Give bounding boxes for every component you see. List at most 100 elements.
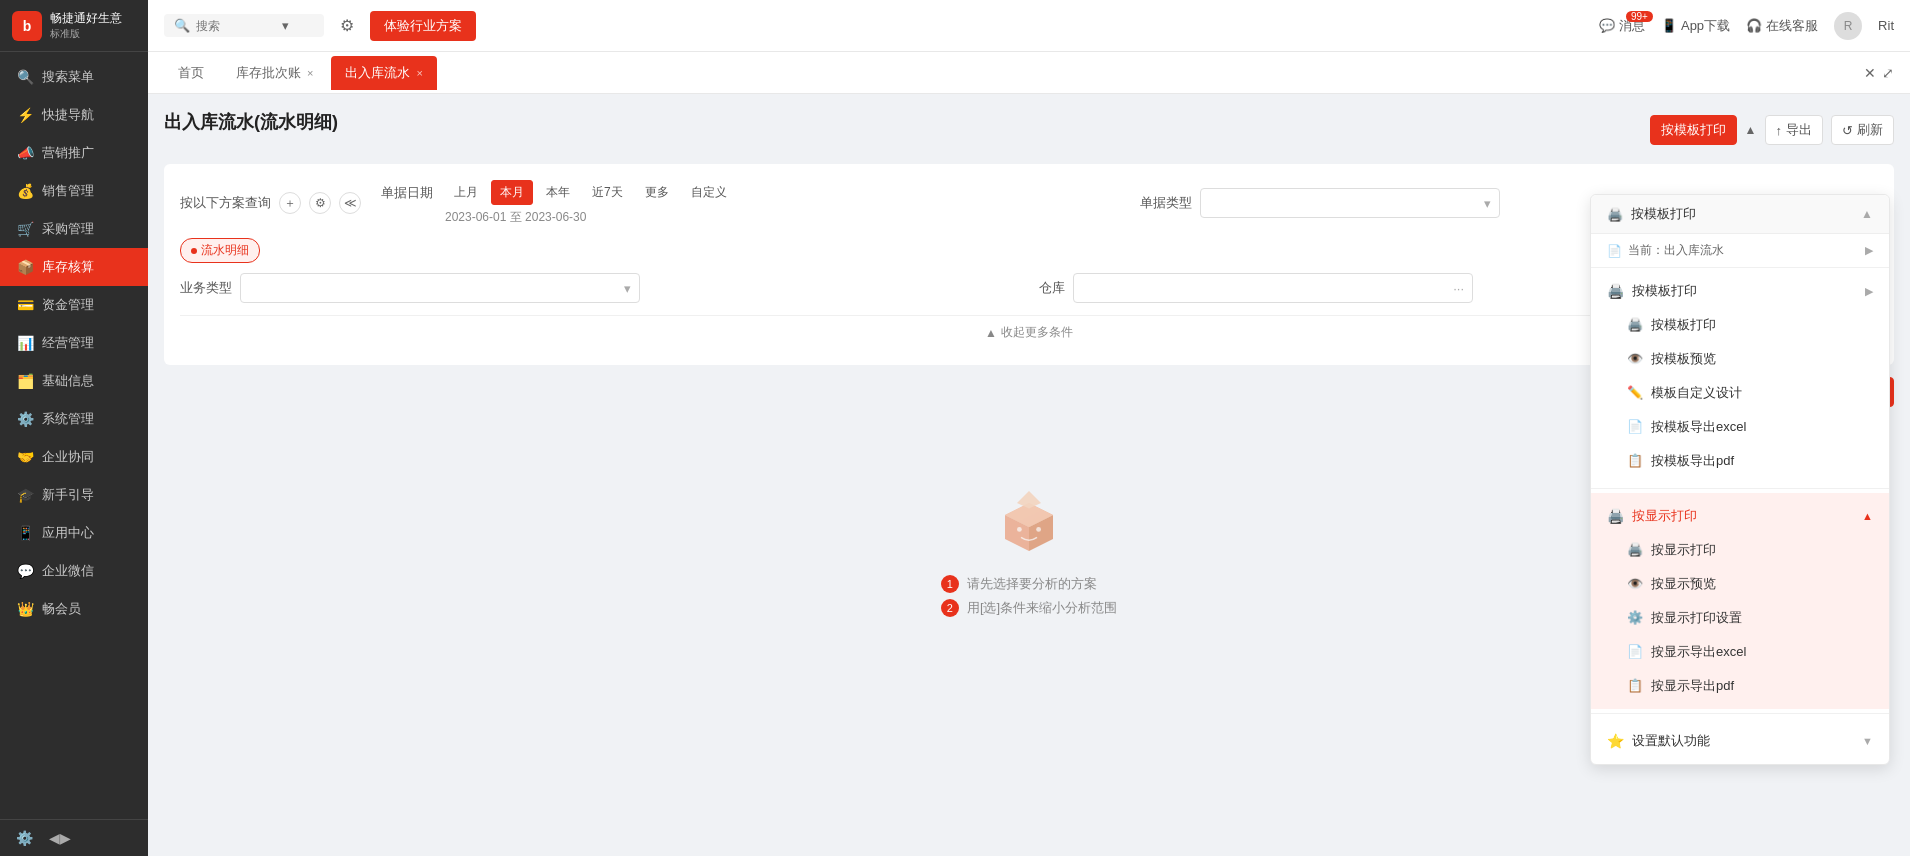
filter-collapse-icon[interactable]: ≪: [339, 192, 361, 214]
sidebar-icon-finance: 💳: [16, 296, 34, 314]
sidebar-item-guide[interactable]: 🎓 新手引导: [0, 476, 148, 514]
template-print-item[interactable]: 🖨️ 按模板打印: [1591, 308, 1889, 342]
display-excel-item[interactable]: 📄 按显示导出excel: [1591, 635, 1889, 669]
sidebar-item-marketing[interactable]: 📣 营销推广: [0, 134, 148, 172]
date-tab-more[interactable]: 更多: [636, 180, 678, 205]
top-header: 🔍 ▾ ⚙ 体验行业方案 💬 消息 99+ 📱 App下载 🎧: [148, 0, 1910, 52]
doctype-select[interactable]: ▾: [1200, 188, 1500, 218]
sidebar-item-inventory[interactable]: 📦 库存核算: [0, 248, 148, 286]
biz-type-select[interactable]: ▾: [240, 273, 640, 303]
sidebar-item-member[interactable]: 👑 畅会员: [0, 590, 148, 628]
doctype-arrow-icon: ▾: [1484, 196, 1491, 211]
sidebar-item-finance[interactable]: 💳 资金管理: [0, 286, 148, 324]
date-tab-this-month[interactable]: 本月: [491, 180, 533, 205]
user-avatar[interactable]: R: [1834, 12, 1862, 40]
template-custom-item[interactable]: ✏️ 模板自定义设计: [1591, 376, 1889, 410]
tab-flow[interactable]: 出入库流水 ×: [331, 56, 436, 90]
date-tabs: 上月 本月 本年 近7天 更多 自定义: [445, 180, 736, 205]
sidebar-item-wechat[interactable]: 💬 企业微信: [0, 552, 148, 590]
display-pdf-item[interactable]: 📋 按显示导出pdf: [1591, 669, 1889, 703]
filter-settings-btn[interactable]: ⚙: [309, 192, 331, 214]
svg-marker-4: [1017, 491, 1041, 509]
tab-flow-close[interactable]: ×: [416, 67, 422, 79]
sidebar-item-appstore[interactable]: 📱 应用中心: [0, 514, 148, 552]
sidebar-item-quicknav[interactable]: ⚡ 快捷导航: [0, 96, 148, 134]
online-service-btn[interactable]: 🎧 在线客服: [1746, 17, 1818, 35]
refresh-label: 刷新: [1857, 121, 1883, 139]
display-settings-item[interactable]: ⚙️ 按显示打印设置: [1591, 601, 1889, 635]
collapse-sidebar-icon[interactable]: ◀▶: [49, 830, 71, 846]
template-print-section-header[interactable]: 🖨️ 按模板打印 ▶: [1591, 274, 1889, 308]
template-excel-item[interactable]: 📄 按模板导出excel: [1591, 410, 1889, 444]
display-print-section-icon: 🖨️: [1607, 508, 1624, 524]
display-preview-item[interactable]: 👁️ 按显示预览: [1591, 567, 1889, 601]
sidebar-item-operations[interactable]: 📊 经营管理: [0, 324, 148, 362]
sidebar-label-guide: 新手引导: [42, 486, 94, 504]
sidebar-item-basic[interactable]: 🗂️ 基础信息: [0, 362, 148, 400]
sidebar-item-system[interactable]: ⚙️ 系统管理: [0, 400, 148, 438]
template-print-btn[interactable]: 按模板打印: [1650, 115, 1737, 145]
message-btn[interactable]: 💬 消息 99+: [1599, 17, 1645, 35]
sidebar-label-system: 系统管理: [42, 410, 94, 428]
date-tab-custom[interactable]: 自定义: [682, 180, 736, 205]
message-icon: 💬: [1599, 18, 1615, 33]
warehouse-select[interactable]: ···: [1073, 273, 1473, 303]
warehouse-label: 仓库: [1039, 279, 1065, 297]
sidebar-icon-basic: 🗂️: [16, 372, 34, 390]
set-default-chevron: ▼: [1862, 735, 1873, 747]
filter-add-btn[interactable]: ＋: [279, 192, 301, 214]
export-btn[interactable]: ↑ 导出: [1765, 115, 1824, 145]
display-section-chevron: ▲: [1862, 510, 1873, 522]
app-download-label: App下载: [1681, 17, 1730, 35]
biz-type-arrow-icon: ▾: [624, 281, 631, 296]
display-print-item[interactable]: 🖨️ 按显示打印: [1591, 533, 1889, 567]
close-window-icon[interactable]: ✕: [1864, 65, 1876, 81]
app-download-btn[interactable]: 📱 App下载: [1661, 17, 1730, 35]
sidebar-label-operations: 经营管理: [42, 334, 94, 352]
sidebar-item-sales[interactable]: 💰 销售管理: [0, 172, 148, 210]
template-print-item-icon: 🖨️: [1627, 317, 1643, 333]
app-logo-icon: b: [12, 11, 42, 41]
trial-btn[interactable]: 体验行业方案: [370, 11, 476, 41]
header-search-box[interactable]: 🔍 ▾: [164, 14, 324, 37]
sidebar-icon-quicknav: ⚡: [16, 106, 34, 124]
search-input[interactable]: [196, 19, 276, 33]
template-preview-item[interactable]: 👁️ 按模板预览: [1591, 342, 1889, 376]
display-print-section-header[interactable]: 🖨️ 按显示打印 ▲: [1591, 499, 1889, 533]
search-dropdown-icon[interactable]: ▾: [282, 18, 289, 33]
print-icon: 🖨️: [1607, 207, 1623, 222]
dropdown-section-default: ⭐ 设置默认功能 ▼: [1591, 718, 1889, 764]
template-section-chevron: ▶: [1865, 285, 1873, 298]
sidebar-item-corp[interactable]: 🤝 企业协同: [0, 438, 148, 476]
sidebar-item-purchase[interactable]: 🛒 采购管理: [0, 210, 148, 248]
header-gear-icon[interactable]: ⚙: [340, 16, 354, 35]
tab-batch[interactable]: 库存批次账 ×: [222, 56, 327, 90]
page-content: 出入库流水(流水明细) 按模板打印 ▲ ↑ 导出 ↺ 刷新: [148, 94, 1910, 856]
tab-home[interactable]: 首页: [164, 56, 218, 90]
set-default-section-header[interactable]: ⭐ 设置默认功能 ▼: [1591, 724, 1889, 758]
sidebar-icon-member: 👑: [16, 600, 34, 618]
sidebar-icon-purchase: 🛒: [16, 220, 34, 238]
display-print-section-label: 按显示打印: [1632, 507, 1697, 525]
refresh-btn[interactable]: ↺ 刷新: [1831, 115, 1894, 145]
tab-resize-controls: ✕ ⤢: [1864, 65, 1894, 81]
tab-batch-close[interactable]: ×: [307, 67, 313, 79]
dropdown-panel: 🖨️ 按模板打印 ▲ 📄 当前：出入库流水 ▶ 🖨️: [1590, 194, 1890, 765]
sidebar-item-search[interactable]: 🔍 搜索菜单: [0, 58, 148, 96]
maximize-window-icon[interactable]: ⤢: [1882, 65, 1894, 81]
date-filter-label: 单据日期: [381, 180, 433, 202]
date-filter: 上月 本月 本年 近7天 更多 自定义 2023-06-01 至 2023-06…: [445, 180, 736, 226]
filter-tag-liushui[interactable]: 流水明细: [180, 238, 260, 263]
date-tab-7days[interactable]: 近7天: [583, 180, 632, 205]
sidebar-label-marketing: 营销推广: [42, 144, 94, 162]
refresh-icon: ↺: [1842, 123, 1853, 138]
dropdown-section-template: 🖨️ 按模板打印 ▶ 🖨️ 按模板打印 👁️ 按模板预览: [1591, 268, 1889, 484]
display-pdf-item-icon: 📋: [1627, 678, 1643, 694]
date-tab-this-year[interactable]: 本年: [537, 180, 579, 205]
date-tab-last-month[interactable]: 上月: [445, 180, 487, 205]
dropdown-divider-1: [1591, 488, 1889, 489]
settings-bottom-icon[interactable]: ⚙️: [16, 830, 33, 846]
hint-num-2: 2: [941, 599, 959, 617]
template-pdf-item[interactable]: 📋 按模板导出pdf: [1591, 444, 1889, 478]
tabs-bar: 首页 库存批次账 × 出入库流水 × ✕ ⤢: [148, 52, 1910, 94]
